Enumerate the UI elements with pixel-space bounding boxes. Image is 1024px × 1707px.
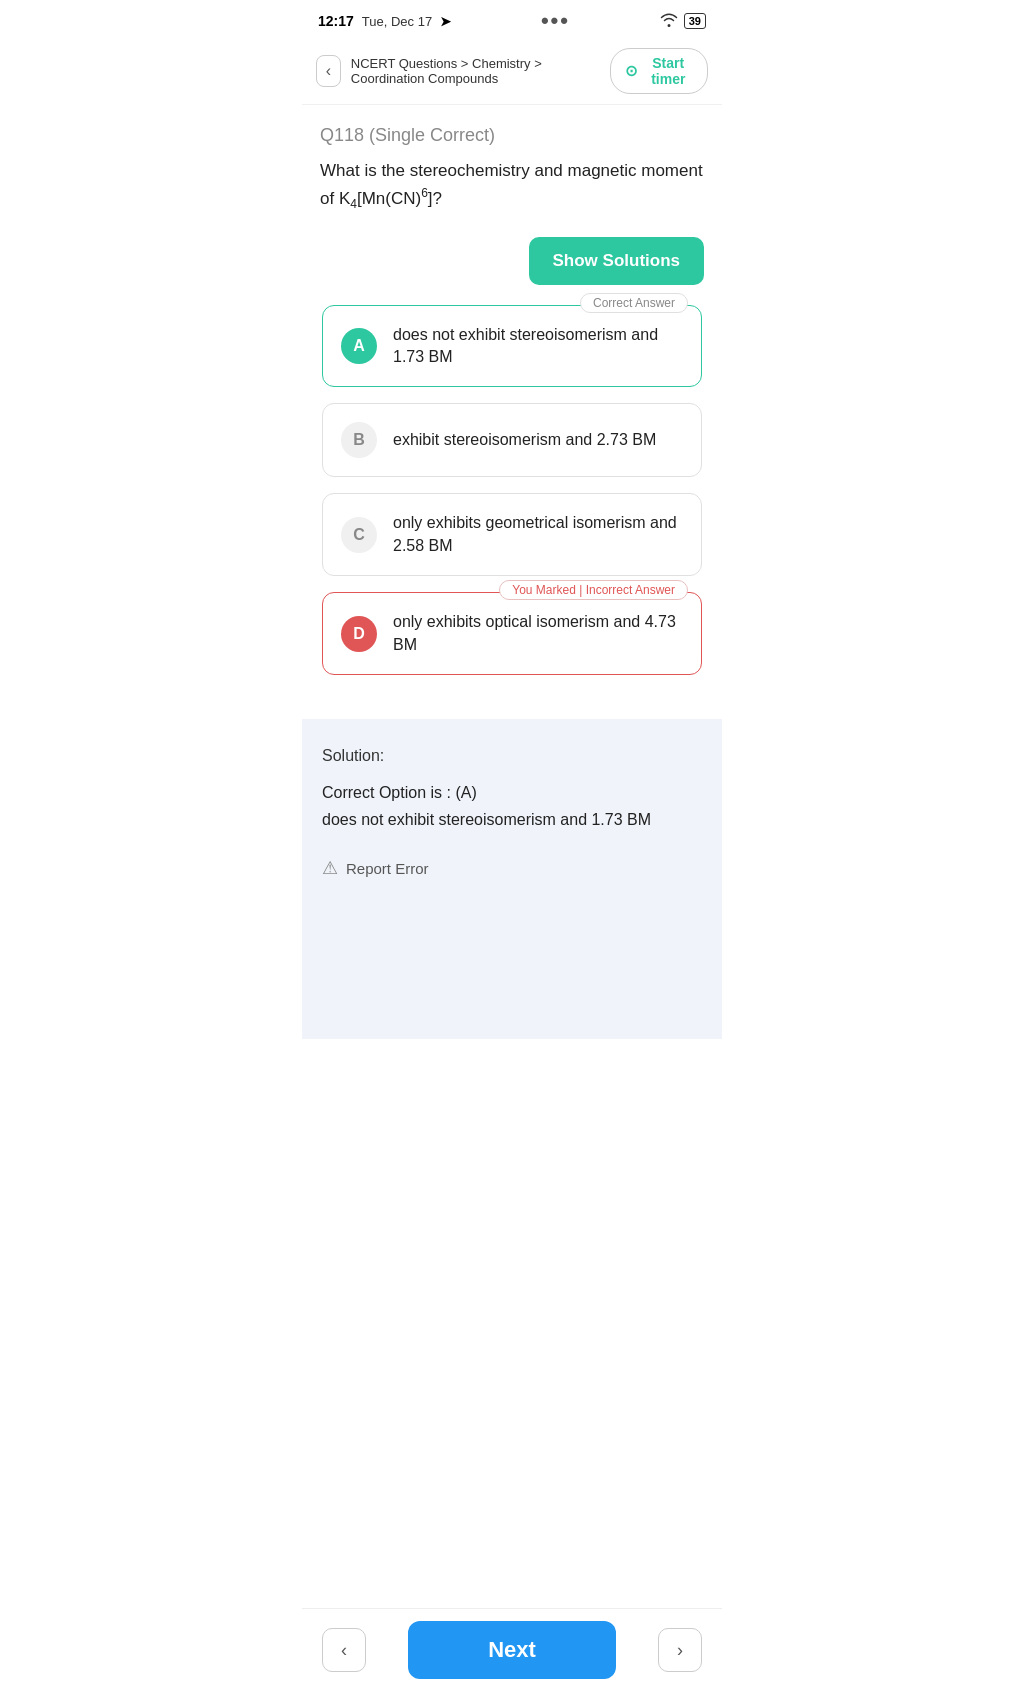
bottom-nav: ‹ Next › <box>302 1608 722 1707</box>
option-text-d: only exhibits optical isomerism and 4.73… <box>393 611 683 656</box>
status-time: 12:17 <box>318 13 354 29</box>
nav-bar: ‹ NCERT Questions > Chemistry > Coordina… <box>302 38 722 105</box>
warning-icon: ⚠ <box>322 857 338 879</box>
next-arrow-button[interactable]: › <box>658 1628 702 1672</box>
option-card-b[interactable]: B exhibit stereoisomerism and 2.73 BM <box>322 403 702 477</box>
question-text: What is the stereochemistry and magnetic… <box>320 158 704 213</box>
question-meta: Q118 (Single Correct) <box>320 125 704 146</box>
back-button[interactable]: ‹ <box>316 55 341 87</box>
incorrect-answer-tag: You Marked | Incorrect Answer <box>499 580 688 600</box>
option-wrapper-b: B exhibit stereoisomerism and 2.73 BM <box>322 403 702 477</box>
prev-button[interactable]: ‹ <box>322 1628 366 1672</box>
dots-menu[interactable]: ••• <box>541 8 570 34</box>
option-badge-c: C <box>341 517 377 553</box>
show-solutions-button[interactable]: Show Solutions <box>529 237 705 285</box>
option-badge-b: B <box>341 422 377 458</box>
question-sup: 6 <box>421 186 428 200</box>
battery-badge: 39 <box>684 13 706 29</box>
option-card-a[interactable]: A does not exhibit stereoisomerism and 1… <box>322 305 702 388</box>
option-text-c: only exhibits geometrical isomerism and … <box>393 512 683 557</box>
solution-line2: does not exhibit stereoisomerism and 1.7… <box>322 806 702 833</box>
option-text-b: exhibit stereoisomerism and 2.73 BM <box>393 429 656 451</box>
location-icon: ➤ <box>440 14 451 29</box>
status-bar: 12:17 Tue, Dec 17 ➤ ••• 39 <box>302 0 722 38</box>
report-error-button[interactable]: ⚠ Report Error <box>322 857 429 879</box>
solution-answer: Correct Option is : (A) does not exhibit… <box>322 779 702 833</box>
prev-icon: ‹ <box>341 1640 347 1661</box>
correct-answer-tag: Correct Answer <box>580 293 688 313</box>
option-card-c[interactable]: C only exhibits geometrical isomerism an… <box>322 493 702 576</box>
option-wrapper-a: Correct Answer A does not exhibit stereo… <box>322 305 702 388</box>
option-text-a: does not exhibit stereoisomerism and 1.7… <box>393 324 683 369</box>
question-text-mid: [Mn(CN) <box>357 188 421 207</box>
main-content: Q118 (Single Correct) What is the stereo… <box>302 105 722 691</box>
option-badge-a: A <box>341 328 377 364</box>
option-wrapper-c: C only exhibits geometrical isomerism an… <box>322 493 702 576</box>
back-icon: ‹ <box>326 62 331 80</box>
question-sub: 4 <box>350 197 357 211</box>
report-error-label: Report Error <box>346 860 429 877</box>
next-icon: › <box>677 1640 683 1661</box>
breadcrumb: NCERT Questions > Chemistry > Coordinati… <box>351 56 611 86</box>
solution-label: Solution: <box>322 747 702 765</box>
wifi-icon <box>660 13 678 30</box>
next-button[interactable]: Next <box>408 1621 616 1679</box>
timer-label: Start timer <box>643 55 693 87</box>
question-text-suffix: ]? <box>428 188 442 207</box>
solution-section: Solution: Correct Option is : (A) does n… <box>302 719 722 1039</box>
options-list: Correct Answer A does not exhibit stereo… <box>320 305 704 675</box>
option-badge-d: D <box>341 616 377 652</box>
option-wrapper-d: You Marked | Incorrect Answer D only exh… <box>322 592 702 675</box>
solution-line1: Correct Option is : (A) <box>322 779 702 806</box>
status-icons: 39 <box>660 13 706 30</box>
solutions-btn-wrap: Show Solutions <box>320 237 704 285</box>
status-date: Tue, Dec 17 <box>362 14 432 29</box>
start-timer-button[interactable]: ⊙ Start timer <box>610 48 708 94</box>
timer-icon: ⊙ <box>625 62 638 80</box>
option-card-d[interactable]: D only exhibits optical isomerism and 4.… <box>322 592 702 675</box>
